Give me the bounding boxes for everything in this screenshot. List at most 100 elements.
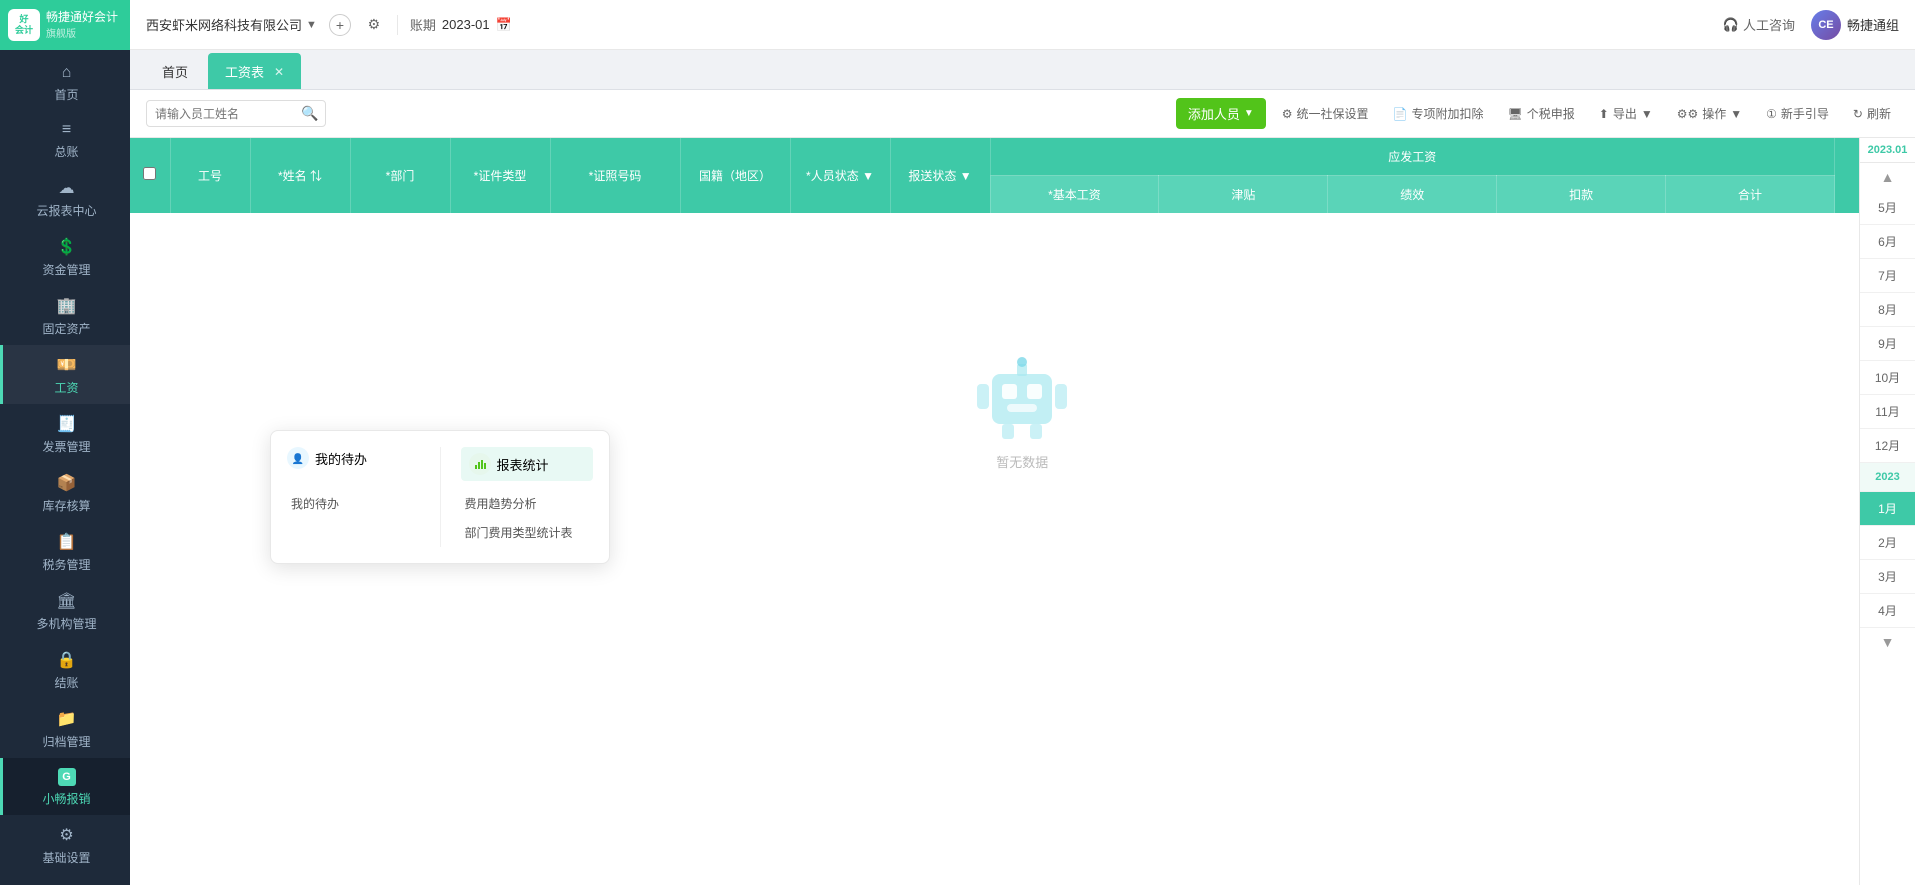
payroll-icon: 💴 (57, 355, 77, 375)
topbar-right: 🎧 人工咨询 CE 畅捷通组 (1723, 10, 1899, 40)
add-person-chevron-icon: ▼ (1244, 108, 1254, 119)
tab-home[interactable]: 首页 (146, 54, 204, 89)
inventory-icon: 📦 (57, 473, 77, 493)
new-guide-label: 新手引导 (1781, 105, 1829, 122)
logo-main-text: 畅捷通好会计 (46, 10, 118, 26)
sidebar-item-basic[interactable]: ⚙ 基础设置 (0, 815, 130, 874)
main-area: 西安虾米网络科技有限公司 ▼ + ⚙ 账期 2023-01 📅 🎧 人工咨询 C… (130, 0, 1915, 885)
sidebar-item-archive[interactable]: 📁 归档管理 (0, 699, 130, 758)
month-item-3[interactable]: 3月 (1860, 560, 1915, 594)
report-section-header: 报表统计 (461, 447, 594, 481)
sidebar-item-multi-org[interactable]: 🏛 多机构管理 (0, 581, 130, 640)
empty-state-text: 暂无数据 (996, 452, 1048, 471)
basic-icon: ⚙ (59, 825, 73, 845)
month-item-8[interactable]: 8月 (1860, 293, 1915, 327)
report-section-title: 报表统计 (497, 455, 549, 474)
closing-icon: 🔒 (57, 650, 77, 670)
dept-expense-item[interactable]: 部门费用类型统计表 (461, 518, 594, 547)
th-dept: *部门 (350, 138, 450, 213)
month-item-6[interactable]: 6月 (1860, 225, 1915, 259)
sidebar-label-tax: 税务管理 (42, 556, 90, 573)
month-item-2[interactable]: 2月 (1860, 526, 1915, 560)
sidebar-item-closing[interactable]: 🔒 结账 (0, 640, 130, 699)
user-info[interactable]: CE 畅捷通组 (1811, 10, 1899, 40)
settings-icon[interactable]: ⚙ (363, 14, 385, 36)
month-item-10[interactable]: 10月 (1860, 361, 1915, 395)
calendar-icon: 📅 (496, 17, 512, 33)
sidebar-label-multiorg: 多机构管理 (36, 615, 96, 632)
month-item-4[interactable]: 4月 (1860, 594, 1915, 628)
dropdown-popup: 👤 我的待办 我的待办 报表统计 费用趋势分析 部门费用类型统计表 (270, 430, 610, 564)
sidebar-item-inventory[interactable]: 📦 库存核算 (0, 463, 130, 522)
th-name[interactable]: *姓名 ⇅ (250, 138, 350, 213)
sidebar-item-ledger[interactable]: ≡ 总账 (0, 111, 130, 168)
th-person-status[interactable]: *人员状态 ▼ (790, 138, 890, 213)
refresh-icon: ↻ (1853, 107, 1863, 121)
toolbar: 🔍 添加人员 ▼ ⚙ 统一社保设置 📄 专项附加扣除 🖥 个税申报 ⬆ 导出 ▼… (130, 90, 1915, 138)
special-deduct-action[interactable]: 📄 专项附加扣除 (1385, 101, 1492, 126)
report-icon (469, 453, 491, 475)
month-nav-up[interactable]: ▲ (1860, 163, 1915, 191)
sidebar-item-fixed-assets[interactable]: 🏢 固定资产 (0, 286, 130, 345)
month-item-9[interactable]: 9月 (1860, 327, 1915, 361)
todo-section-header: 👤 我的待办 (287, 447, 420, 477)
sidebar-item-invoice[interactable]: 🧾 发票管理 (0, 404, 130, 463)
th-total: 合计 (1666, 176, 1835, 214)
personal-tax-label: 个税申报 (1527, 105, 1575, 122)
logo-text-container: 畅捷通好会计 旗舰版 (46, 10, 118, 41)
month-sidebar: 2023.01 ▲ 5月 6月 7月 8月 9月 10月 11月 12月 202… (1859, 138, 1915, 885)
add-person-button[interactable]: 添加人员 ▼ (1176, 98, 1266, 129)
export-action[interactable]: ⬆ 导出 ▼ (1591, 101, 1661, 126)
period-selector[interactable]: 账期 2023-01 📅 (410, 15, 512, 34)
th-cert-type: *证件类型 (450, 138, 550, 213)
month-item-11[interactable]: 11月 (1860, 395, 1915, 429)
th-checkbox[interactable] (130, 138, 170, 213)
special-deduct-label: 专项附加扣除 (1411, 105, 1483, 122)
my-todo-item[interactable]: 我的待办 (287, 489, 420, 518)
tab-payroll-label: 工资表 (225, 62, 264, 81)
sidebar-item-payroll[interactable]: 💴 工资 (0, 345, 130, 404)
year-2023-header: 2023 (1860, 463, 1915, 492)
avatar: CE (1811, 10, 1841, 40)
sidebar-item-fund[interactable]: 💲 资金管理 (0, 227, 130, 286)
home-icon: ⌂ (62, 64, 72, 82)
sidebar-item-guide[interactable]: ▶ 新手引导 (0, 874, 130, 885)
tab-payroll-table[interactable]: 工资表 ✕ (208, 53, 301, 89)
social-insurance-label: 统一社保设置 (1297, 105, 1369, 122)
support-button[interactable]: 🎧 人工咨询 (1723, 15, 1795, 34)
sidebar-item-home[interactable]: ⌂ 首页 (0, 54, 130, 111)
tab-close-icon[interactable]: ✕ (274, 65, 284, 79)
search-box[interactable]: 🔍 (146, 100, 326, 127)
export-label: 导出 (1613, 105, 1637, 122)
sidebar-label-fund: 资金管理 (42, 261, 90, 278)
refresh-action[interactable]: ↻ 刷新 (1845, 101, 1899, 126)
search-input[interactable] (155, 107, 295, 121)
social-insurance-action[interactable]: ⚙ 统一社保设置 (1274, 101, 1377, 126)
personal-tax-icon: 🖥 (1508, 107, 1523, 121)
sidebar-item-xiaochang[interactable]: G 小畅报销 (0, 758, 130, 815)
headset-icon: 🎧 (1723, 17, 1739, 33)
personal-tax-action[interactable]: 🖥 个税申报 (1500, 101, 1583, 126)
select-all-checkbox[interactable] (143, 167, 156, 180)
todo-section-title: 我的待办 (315, 449, 367, 468)
company-selector[interactable]: 西安虾米网络科技有限公司 ▼ (146, 15, 317, 34)
month-nav-down[interactable]: ▼ (1860, 628, 1915, 656)
empty-state-icon (972, 354, 1072, 444)
month-item-12[interactable]: 12月 (1860, 429, 1915, 463)
month-item-5[interactable]: 5月 (1860, 191, 1915, 225)
month-item-7[interactable]: 7月 (1860, 259, 1915, 293)
sidebar-item-cloud-report[interactable]: ☁ 云报表中心 (0, 168, 130, 227)
operations-action[interactable]: ⚙⚙ 操作 ▼ (1669, 101, 1750, 126)
th-report-status[interactable]: 报送状态 ▼ (890, 138, 990, 213)
todo-icon: 👤 (287, 447, 309, 469)
th-subsidy: 津贴 (1159, 176, 1328, 214)
expense-trend-item[interactable]: 费用趋势分析 (461, 489, 594, 518)
th-num: 工号 (170, 138, 250, 213)
ledger-icon: ≡ (62, 121, 71, 139)
sidebar-item-tax[interactable]: 📋 税务管理 (0, 522, 130, 581)
month-item-1-active[interactable]: 1月 (1860, 492, 1915, 526)
add-company-button[interactable]: + (329, 14, 351, 36)
new-guide-action[interactable]: ① 新手引导 (1758, 101, 1837, 126)
cloud-icon: ☁ (59, 178, 75, 198)
todo-section: 👤 我的待办 我的待办 (287, 447, 420, 547)
